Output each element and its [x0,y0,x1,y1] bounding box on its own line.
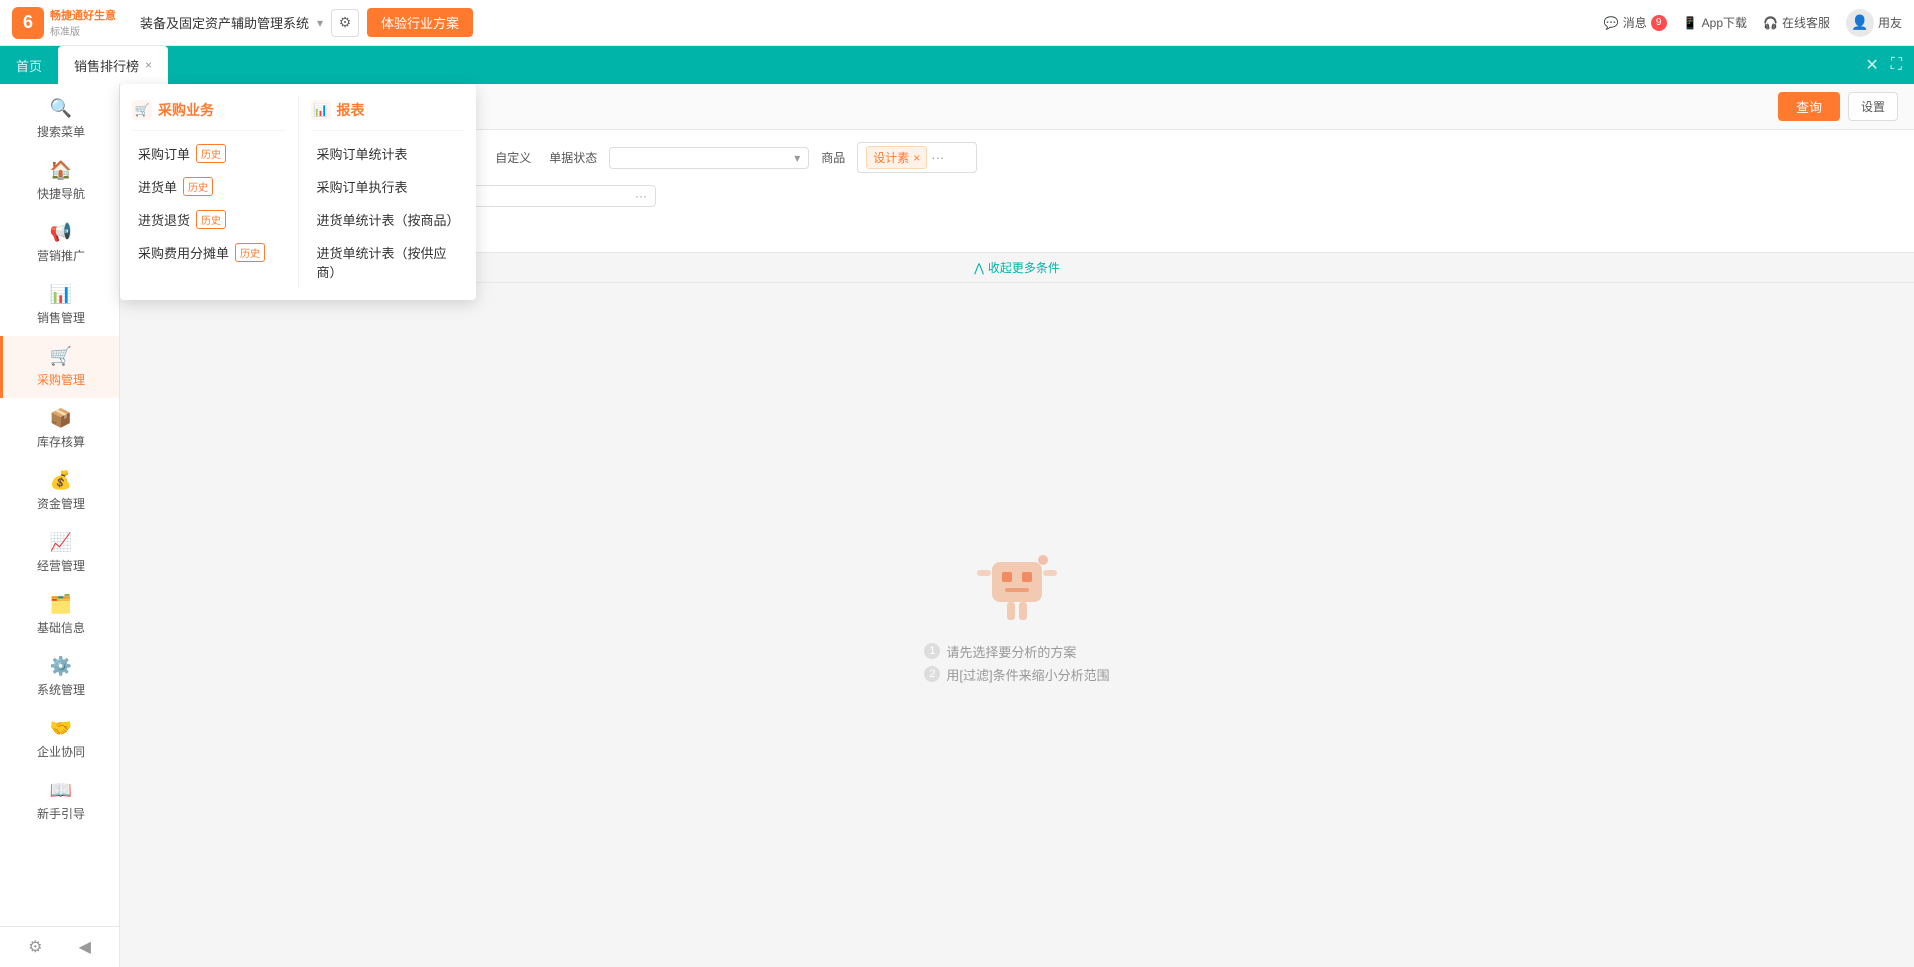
dropdown-item-order-stats[interactable]: 采购订单统计表 [311,137,465,170]
collapse-icon: ⋀ [974,261,984,275]
dropdown-item-order-execution[interactable]: 采购订单执行表 [311,170,465,203]
phone-icon: 📱 [1683,16,1698,30]
sidebar-item-purchase[interactable]: 🛒 采购管理 [0,336,119,398]
tab-sales-ranking[interactable]: 销售排行榜 × [58,46,168,84]
voucher-status-label: 单据状态 [549,149,597,166]
goods-tag: 设计素 × [866,146,927,169]
system-title-area: 装备及固定资产辅助管理系统 ▾ ⚙ 体验行业方案 [140,8,473,37]
messages-btn[interactable]: 💬 消息 9 [1604,14,1667,31]
purchase-dropdown-menu: 🛒 采购业务 采购订单 历史 进货单 历史 进货退货 历史 采购费用分摊单 历史… [120,84,476,300]
history-badge-3: 历史 [235,243,265,262]
dropdown-item-inbound-by-supplier[interactable]: 进货单统计表（按供应商） [311,236,465,288]
sidebar-bottom: ⚙ ◀ [0,926,119,967]
sidebar-item-guide[interactable]: 📖 新手引导 [0,770,119,832]
sidebar-item-finance[interactable]: 💰 资金管理 [0,460,119,522]
voucher-status-select[interactable]: ▾ [609,147,809,169]
tab-home[interactable]: 首页 [0,46,58,84]
system-title: 装备及固定资产辅助管理系统 [140,13,309,32]
salesperson-dropdown-icon: ··· [635,189,647,203]
empty-state-icon [967,542,1067,632]
settings-icon-btn[interactable]: ⚙ [331,9,359,37]
enterprise-icon: 🤝 [50,718,72,739]
headset-icon: 🎧 [1763,16,1778,30]
sales-icon: 📊 [50,284,72,305]
empty-tip-2: 2 用[过滤]条件来缩小分析范围 [924,665,1109,684]
tip-num-2: 2 [924,666,940,682]
dropdown-item-inbound-by-goods[interactable]: 进货单统计表（按商品） [311,203,465,236]
logo-text: 畅捷通好生意 标准版 [50,7,116,38]
query-button[interactable]: 查询 [1778,92,1840,121]
inventory-icon: 📦 [50,408,72,429]
sidebar-item-inventory[interactable]: 📦 库存核算 [0,398,119,460]
goods-tag-close[interactable]: × [913,151,920,165]
system-title-dropdown-icon[interactable]: ▾ [317,16,323,30]
sidebar: 🔍 搜索菜单 🏠 快捷导航 📢 营销推广 📊 销售管理 🛒 采购管理 📦 库存核… [0,84,120,967]
dropdown-item-expense[interactable]: 采购费用分摊单 历史 [132,236,286,269]
online-service-btn[interactable]: 🎧 在线客服 [1763,14,1830,31]
tab-close-icon[interactable]: × [145,58,152,72]
goods-filter-dots[interactable]: ··· [931,150,944,165]
dropdown-item-purchase-order[interactable]: 采购订单 历史 [132,137,286,170]
operations-icon: 📈 [50,532,72,553]
purchase-icon: 🛒 [50,346,72,367]
quick-btn-custom[interactable]: 自定义 [489,147,537,168]
marketing-icon: 📢 [50,222,72,243]
sidebar-collapse-btn[interactable]: ◀ [79,937,91,957]
settings-button[interactable]: 设置 [1848,92,1898,121]
home-icon: 🏠 [50,160,72,181]
sidebar-item-basic-info[interactable]: 🗂️ 基础信息 [0,584,119,646]
history-badge-1: 历史 [183,177,213,196]
empty-tip-1: 1 请先选择要分析的方案 [924,642,1109,661]
sidebar-item-search[interactable]: 🔍 搜索菜单 [0,88,119,150]
tab-bar-right: ✕ ⛶ [1861,51,1914,79]
industry-solution-button[interactable]: 体验行业方案 [367,8,473,37]
logo-area: 6 畅捷通好生意 标准版 [12,7,132,39]
sidebar-settings-btn[interactable]: ⚙ [28,937,42,957]
sidebar-item-enterprise[interactable]: 🤝 企业协同 [0,708,119,770]
basic-info-icon: 🗂️ [50,594,72,615]
sidebar-item-quick-nav[interactable]: 🏠 快捷导航 [0,150,119,212]
sidebar-item-operations[interactable]: 📈 经营管理 [0,522,119,584]
goods-filter-label: 商品 [821,149,845,166]
header-right: 💬 消息 9 📱 App下载 🎧 在线客服 👤 用友 [1604,9,1902,37]
empty-state: 1 请先选择要分析的方案 2 用[过滤]条件来缩小分析范围 [120,283,1914,946]
logo-icon: 6 [12,7,44,39]
app-download-btn[interactable]: 📱 App下载 [1683,14,1747,31]
guide-icon: 📖 [50,780,72,801]
salesperson-select[interactable]: ··· [456,185,656,207]
dropdown-col-reports-header: 📊 报表 [311,96,465,131]
finance-icon: 💰 [50,470,72,491]
avatar: 👤 [1846,9,1874,37]
reports-col-icon: 📊 [311,100,331,120]
sidebar-item-system[interactable]: ⚙️ 系统管理 [0,646,119,708]
dropdown-col-reports: 📊 报表 采购订单统计表 采购订单执行表 进货单统计表（按商品） 进货单统计表（… [298,96,477,288]
dropdown-col-purchase-header: 🛒 采购业务 [132,96,286,131]
sidebar-item-sales[interactable]: 📊 销售管理 [0,274,119,336]
tab-bar: 首页 销售排行榜 × ✕ ⛶ [0,46,1914,84]
top-header: 6 畅捷通好生意 标准版 装备及固定资产辅助管理系统 ▾ ⚙ 体验行业方案 💬 … [0,0,1914,46]
search-icon: 🔍 [50,98,72,119]
sidebar-item-marketing[interactable]: 📢 营销推广 [0,212,119,274]
tab-close-all-icon[interactable]: ✕ [1861,51,1882,79]
history-badge-2: 历史 [196,210,226,229]
user-btn[interactable]: 👤 用友 [1846,9,1902,37]
tip-num-1: 1 [924,643,940,659]
goods-filter-area: 设计素 × ··· [857,142,977,173]
history-badge-0: 历史 [196,144,226,163]
dropdown-col-purchase: 🛒 采购业务 采购订单 历史 进货单 历史 进货退货 历史 采购费用分摊单 历史 [120,96,298,288]
message-badge: 9 [1651,15,1667,31]
purchase-col-icon: 🛒 [132,100,152,120]
message-icon: 💬 [1604,16,1619,30]
empty-tips: 1 请先选择要分析的方案 2 用[过滤]条件来缩小分析范围 [924,642,1109,688]
system-icon: ⚙️ [50,656,72,677]
tab-fullscreen-icon[interactable]: ⛶ [1887,52,1906,78]
voucher-status-dropdown-icon: ▾ [794,151,800,165]
dropdown-item-return[interactable]: 进货退货 历史 [132,203,286,236]
dropdown-item-inbound[interactable]: 进货单 历史 [132,170,286,203]
